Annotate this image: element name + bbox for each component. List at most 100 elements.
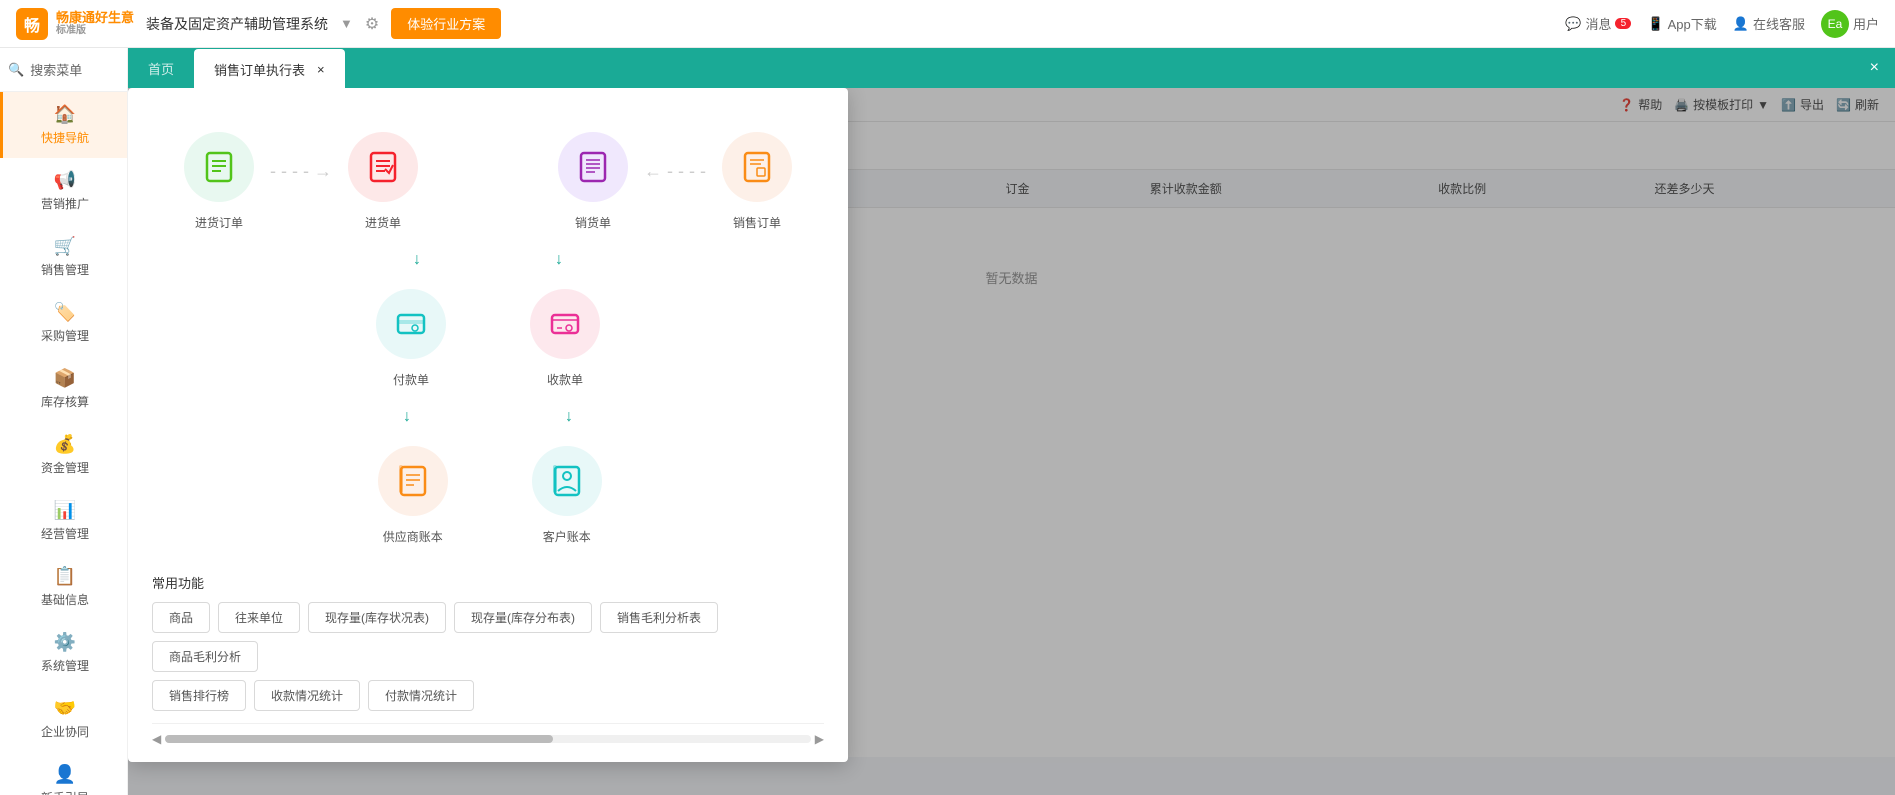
sidebar-label-operation: 经营管理	[41, 525, 89, 542]
sale-order-label: 销售订单	[733, 214, 781, 231]
newbie-icon: 👤	[54, 764, 76, 785]
sidebar-item-quick-nav[interactable]: 🏠 快捷导航	[0, 92, 127, 158]
arrow-purchase-to-bill: - - - - →	[266, 161, 336, 202]
common-functions-title: 常用功能	[152, 573, 824, 592]
logo-sub: 标准版	[56, 25, 134, 37]
cf-btn-payment-stats[interactable]: 付款情况统计	[368, 680, 474, 711]
cf-btn-sales-profit[interactable]: 销售毛利分析表	[600, 602, 718, 633]
message-item[interactable]: 💬 消息 5	[1565, 14, 1631, 33]
receipt-bill-icon	[530, 289, 600, 359]
basic-info-icon: 📋	[54, 566, 76, 587]
finance-icon: 💰	[54, 434, 76, 455]
flow-node-sale-bill[interactable]: 销货单	[546, 120, 640, 243]
system-icon: ⚙️	[54, 632, 76, 653]
purchase-bill-label: 进货单	[365, 214, 401, 231]
sidebar: 🔍 搜索菜单 🏠 快捷导航 📢 营销推广 🛒 销售管理 🏷️ 采购管理 📦	[0, 48, 128, 795]
cf-btn-inventory-dist[interactable]: 现存量(库存分布表)	[454, 602, 592, 633]
sidebar-item-sales[interactable]: 🛒 销售管理	[0, 224, 127, 290]
service-icon: 👤	[1733, 16, 1749, 32]
sidebar-item-purchase[interactable]: 🏷️ 采购管理	[0, 290, 127, 356]
sidebar-label-sales: 销售管理	[41, 261, 89, 278]
common-functions-buttons: 商品 往来单位 现存量(库存状况表) 现存量(库存分布表) 销售毛利分析表 商品…	[152, 602, 824, 672]
tab-home-label: 首页	[148, 59, 174, 78]
flow-node-supplier-account[interactable]: 供应商账本	[366, 434, 460, 557]
app-download-item[interactable]: 📱 App下载	[1647, 14, 1716, 33]
scrollbar-thumb	[165, 735, 552, 743]
content-area: 首页 销售订单执行表 × × ❓ 帮助 🖨️	[128, 48, 1895, 795]
flow-node-customer-account[interactable]: 客户账本	[520, 434, 614, 557]
flow-node-purchase-order[interactable]: 进货订单	[172, 120, 266, 243]
sp4-1	[242, 408, 372, 426]
trial-button[interactable]: 体验行业方案	[391, 8, 501, 39]
sidebar-item-finance[interactable]: 💰 资金管理	[0, 422, 127, 488]
settings-icon[interactable]: ⚙	[365, 14, 379, 34]
marketing-icon: 📢	[54, 170, 76, 191]
flow-row-arrows-2: ↓ ↓	[152, 408, 824, 426]
user-label: 用户	[1853, 14, 1879, 33]
flow-node-receipt-bill[interactable]: 收款单	[518, 277, 612, 400]
customer-account-label: 客户账本	[543, 528, 591, 545]
sidebar-item-basic-info[interactable]: 📋 基础信息	[0, 554, 127, 620]
operation-icon: 📊	[54, 500, 76, 521]
top-header: 畅 畅康通好生意 标准版 装备及固定资产辅助管理系统 ▼ ⚙ 体验行业方案 💬 …	[0, 0, 1895, 48]
sidebar-item-enterprise[interactable]: 🤝 企业协同	[0, 686, 127, 752]
logo-main: 畅康通好生意	[56, 10, 134, 26]
message-icon: 💬	[1565, 16, 1581, 32]
app-download-label: App下载	[1668, 14, 1717, 33]
sidebar-item-operation[interactable]: 📊 经营管理	[0, 488, 127, 554]
arrow-sale-order-to-bill: ← - - - -	[640, 161, 710, 202]
header-right: 💬 消息 5 📱 App下载 👤 在线客服 Ea 用户	[1565, 10, 1879, 38]
cf-btn-sales-rank[interactable]: 销售排行榜	[152, 680, 246, 711]
sp4-0	[172, 408, 242, 426]
supplier-account-label: 供应商账本	[383, 528, 443, 545]
cf-btn-product[interactable]: 商品	[152, 602, 210, 633]
flow-row-2: 付款单 收款单	[152, 269, 824, 408]
phone-icon: 📱	[1647, 16, 1663, 32]
flow-node-sale-order[interactable]: 销售订单	[710, 120, 804, 243]
inventory-icon: 📦	[54, 368, 76, 389]
user-item[interactable]: Ea 用户	[1821, 10, 1879, 38]
arrow-down-payment: ↓	[372, 408, 442, 426]
sidebar-item-marketing[interactable]: 📢 营销推广	[0, 158, 127, 224]
sales-icon: 🛒	[54, 236, 76, 257]
cf-btn-inventory-status[interactable]: 现存量(库存状况表)	[308, 602, 446, 633]
sale-bill-icon	[558, 132, 628, 202]
cf-btn-product-profit[interactable]: 商品毛利分析	[152, 641, 258, 672]
page-close-button[interactable]: ×	[1854, 59, 1895, 77]
tab-sales-order-exec[interactable]: 销售订单执行表 ×	[194, 49, 345, 89]
receipt-bill-label: 收款单	[547, 371, 583, 388]
main-area: 🔍 搜索菜单 🏠 快捷导航 📢 营销推广 🛒 销售管理 🏷️ 采购管理 📦	[0, 48, 1895, 795]
common-functions-buttons-2: 销售排行榜 收款情况统计 付款情况统计	[152, 680, 824, 711]
tab-bar: 首页 销售订单执行表 × ×	[128, 48, 1895, 88]
sidebar-label-inventory: 库存核算	[41, 393, 89, 410]
sidebar-item-system[interactable]: ⚙️ 系统管理	[0, 620, 127, 686]
message-badge: 5	[1615, 18, 1631, 29]
tab-close-icon[interactable]: ×	[317, 62, 325, 77]
scrollbar-track[interactable]	[165, 735, 811, 743]
sidebar-item-newbie[interactable]: 👤 新手引导	[0, 752, 127, 795]
flow-node-purchase-bill[interactable]: 进货单	[336, 120, 430, 243]
arrow-down-purchase: ↓	[382, 251, 452, 269]
header-left: 畅 畅康通好生意 标准版 装备及固定资产辅助管理系统 ▼ ⚙ 体验行业方案	[16, 8, 501, 40]
cf-btn-receipt-stats[interactable]: 收款情况统计	[254, 680, 360, 711]
sidebar-label-system: 系统管理	[41, 657, 89, 674]
home-icon: 🏠	[54, 104, 76, 125]
online-service-item[interactable]: 👤 在线客服	[1733, 14, 1805, 33]
message-label: 消息	[1585, 14, 1611, 33]
logo-text: 畅康通好生意 标准版	[56, 10, 134, 38]
flow-node-payment-bill[interactable]: 付款单	[364, 277, 458, 400]
flow-diagram: 进货订单 - - - - → 进货单	[152, 112, 824, 565]
sidebar-label-basic-info: 基础信息	[41, 591, 89, 608]
arrow-down-receipt: ↓	[534, 408, 604, 426]
flow-row-1: 进货订单 - - - - → 进货单	[152, 112, 824, 251]
sidebar-label-quick-nav: 快捷导航	[41, 129, 89, 146]
sidebar-search[interactable]: 🔍 搜索菜单	[0, 48, 127, 92]
tab-home[interactable]: 首页	[128, 48, 194, 88]
scroll-right-icon[interactable]: ▶	[815, 732, 824, 746]
system-select-icon[interactable]: ▼	[340, 16, 353, 31]
logo-icon: 畅	[16, 8, 48, 40]
scroll-left-icon[interactable]: ◀	[152, 732, 161, 746]
sidebar-item-inventory[interactable]: 📦 库存核算	[0, 356, 127, 422]
cf-btn-counterpart[interactable]: 往来单位	[218, 602, 300, 633]
arrow-down-sale: ↓	[524, 251, 594, 269]
